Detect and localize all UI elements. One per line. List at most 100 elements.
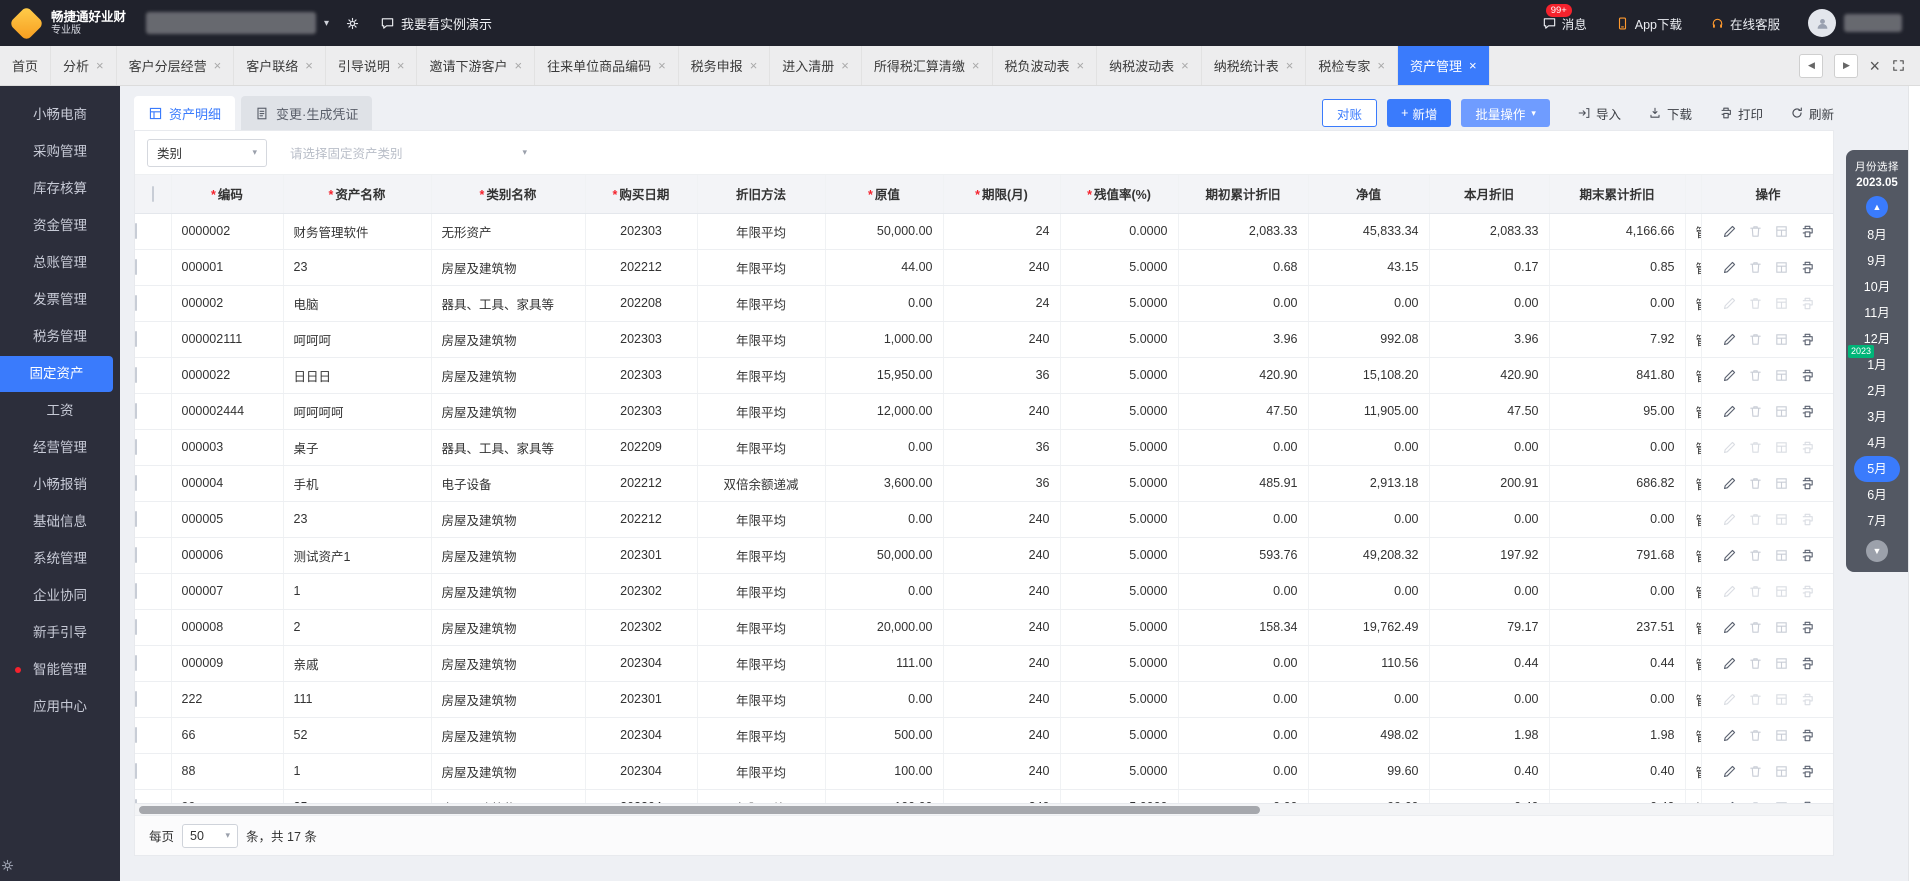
redacted-company-selector[interactable] bbox=[146, 12, 317, 34]
month-item[interactable]: 5月 bbox=[1854, 456, 1900, 482]
row-checkbox[interactable] bbox=[135, 367, 137, 383]
sidebar-item[interactable]: 企业协同 bbox=[0, 578, 120, 614]
voucher-icon[interactable] bbox=[1774, 224, 1789, 239]
voucher-icon[interactable] bbox=[1774, 764, 1789, 779]
edit-icon[interactable] bbox=[1722, 620, 1737, 635]
tab-close-icon[interactable]: × bbox=[397, 58, 405, 73]
sidebar-item[interactable]: 小畅报销 bbox=[0, 467, 120, 503]
delete-icon[interactable] bbox=[1748, 728, 1763, 743]
row-checkbox[interactable] bbox=[135, 403, 137, 419]
row-checkbox[interactable] bbox=[135, 763, 137, 779]
sidebar-item[interactable]: 系统管理 bbox=[0, 541, 120, 577]
messages-button[interactable]: 99+ 消息 bbox=[1542, 3, 1587, 33]
edit-icon[interactable] bbox=[1722, 548, 1737, 563]
edit-icon[interactable] bbox=[1722, 368, 1737, 383]
edit-icon[interactable] bbox=[1722, 332, 1737, 347]
tab-close-icon[interactable]: × bbox=[1377, 58, 1385, 73]
tab-close-icon[interactable]: × bbox=[1181, 58, 1189, 73]
download-button[interactable]: 下载 bbox=[1648, 104, 1692, 123]
sidebar-item[interactable]: 税务管理 bbox=[0, 319, 120, 355]
month-item[interactable]: 2023 1月 bbox=[1848, 345, 1900, 378]
tab-close-icon[interactable]: × bbox=[214, 58, 222, 73]
edit-icon[interactable] bbox=[1722, 656, 1737, 671]
tab-close-icon[interactable]: × bbox=[841, 58, 849, 73]
tab-item[interactable]: 资产管理 × bbox=[1397, 46, 1490, 85]
delete-icon[interactable] bbox=[1748, 476, 1763, 491]
print-icon[interactable] bbox=[1800, 476, 1815, 491]
tab-item[interactable]: 首页 bbox=[0, 46, 52, 85]
row-checkbox[interactable] bbox=[135, 295, 137, 311]
tab-close-icon[interactable]: × bbox=[1077, 58, 1085, 73]
row-checkbox[interactable] bbox=[135, 259, 137, 275]
caret-down-icon[interactable]: ▾ bbox=[324, 18, 329, 29]
sidebar-item[interactable]: 发票管理 bbox=[0, 282, 120, 318]
collapsed-right-panel[interactable] bbox=[1908, 86, 1920, 881]
month-item[interactable]: 6月 bbox=[1854, 482, 1900, 508]
edit-icon[interactable] bbox=[1722, 728, 1737, 743]
subtab[interactable]: 变更·生成凭证 bbox=[241, 96, 373, 130]
tab-close-icon[interactable]: × bbox=[1286, 58, 1294, 73]
month-item[interactable]: 8月 bbox=[1854, 222, 1900, 248]
tab-close-icon[interactable]: × bbox=[96, 58, 104, 73]
month-scroll-up-button[interactable]: ▲ bbox=[1866, 196, 1888, 218]
online-support-button[interactable]: 在线客服 bbox=[1710, 14, 1780, 33]
tabs-scroll-left-button[interactable]: ◀ bbox=[1799, 53, 1824, 78]
month-item[interactable]: 2月 bbox=[1854, 378, 1900, 404]
sidebar-item[interactable]: 资金管理 bbox=[0, 208, 120, 244]
print-icon[interactable] bbox=[1800, 260, 1815, 275]
tab-item[interactable]: 税务申报 × bbox=[679, 46, 771, 85]
print-button[interactable]: 打印 bbox=[1719, 104, 1763, 123]
voucher-icon[interactable] bbox=[1774, 368, 1789, 383]
delete-icon[interactable] bbox=[1748, 404, 1763, 419]
tab-item[interactable]: 客户联络 × bbox=[234, 46, 326, 85]
horizontal-scrollbar[interactable] bbox=[135, 803, 1833, 815]
tab-item[interactable]: 客户分层经营 × bbox=[117, 46, 235, 85]
sidebar-item[interactable]: 小畅电商 bbox=[0, 97, 120, 133]
scrollbar-thumb[interactable] bbox=[139, 806, 1260, 814]
tab-close-icon[interactable]: × bbox=[514, 58, 522, 73]
print-icon[interactable] bbox=[1800, 224, 1815, 239]
app-download-button[interactable]: App下载 bbox=[1615, 14, 1682, 33]
edit-icon[interactable] bbox=[1722, 260, 1737, 275]
voucher-icon[interactable] bbox=[1774, 548, 1789, 563]
tab-item[interactable]: 分析 × bbox=[51, 46, 117, 85]
row-checkbox[interactable] bbox=[135, 331, 137, 347]
sidebar-settings-gear-icon[interactable] bbox=[0, 858, 15, 873]
demo-link[interactable]: 我要看实例演示 bbox=[380, 14, 492, 33]
row-checkbox[interactable] bbox=[135, 223, 137, 239]
category-select[interactable]: 请选择固定资产类别 ▾ bbox=[281, 138, 536, 167]
voucher-icon[interactable] bbox=[1774, 332, 1789, 347]
print-icon[interactable] bbox=[1800, 764, 1815, 779]
sidebar-item[interactable]: 经营管理 bbox=[0, 430, 120, 466]
delete-icon[interactable] bbox=[1748, 548, 1763, 563]
refresh-button[interactable]: 刷新 bbox=[1790, 104, 1834, 123]
tab-item[interactable]: 往来单位商品编码 × bbox=[535, 46, 679, 85]
tab-item[interactable]: 进入清册 × bbox=[770, 46, 862, 85]
tab-close-icon[interactable]: × bbox=[972, 58, 980, 73]
sidebar-item[interactable]: 库存核算 bbox=[0, 171, 120, 207]
tab-item[interactable]: 所得税汇算清缴 × bbox=[862, 46, 993, 85]
sidebar-item[interactable]: 应用中心 bbox=[0, 689, 120, 725]
sidebar-item[interactable]: 总账管理 bbox=[0, 245, 120, 281]
close-tab-icon[interactable]: × bbox=[1869, 57, 1880, 75]
sidebar-item[interactable]: 新手引导 bbox=[0, 615, 120, 651]
row-checkbox[interactable] bbox=[135, 691, 137, 707]
tab-item[interactable]: 税负波动表 × bbox=[993, 46, 1098, 85]
filter-field-select[interactable]: 类别 ▾ bbox=[147, 138, 267, 167]
voucher-icon[interactable] bbox=[1774, 728, 1789, 743]
user-avatar[interactable] bbox=[1808, 9, 1836, 37]
row-checkbox[interactable] bbox=[135, 655, 137, 671]
month-item[interactable]: 3月 bbox=[1854, 404, 1900, 430]
month-item[interactable]: 9月 bbox=[1854, 248, 1900, 274]
row-checkbox[interactable] bbox=[135, 619, 137, 635]
row-checkbox[interactable] bbox=[135, 475, 137, 491]
sidebar-item[interactable]: 采购管理 bbox=[0, 134, 120, 170]
delete-icon[interactable] bbox=[1748, 332, 1763, 347]
sidebar-item[interactable]: 基础信息 bbox=[0, 504, 120, 540]
tab-item[interactable]: 税检专家 × bbox=[1306, 46, 1398, 85]
edit-icon[interactable] bbox=[1722, 476, 1737, 491]
print-icon[interactable] bbox=[1800, 656, 1815, 671]
subtab[interactable]: 资产明细 bbox=[134, 96, 236, 130]
tab-item[interactable]: 引导说明 × bbox=[326, 46, 418, 85]
voucher-icon[interactable] bbox=[1774, 656, 1789, 671]
